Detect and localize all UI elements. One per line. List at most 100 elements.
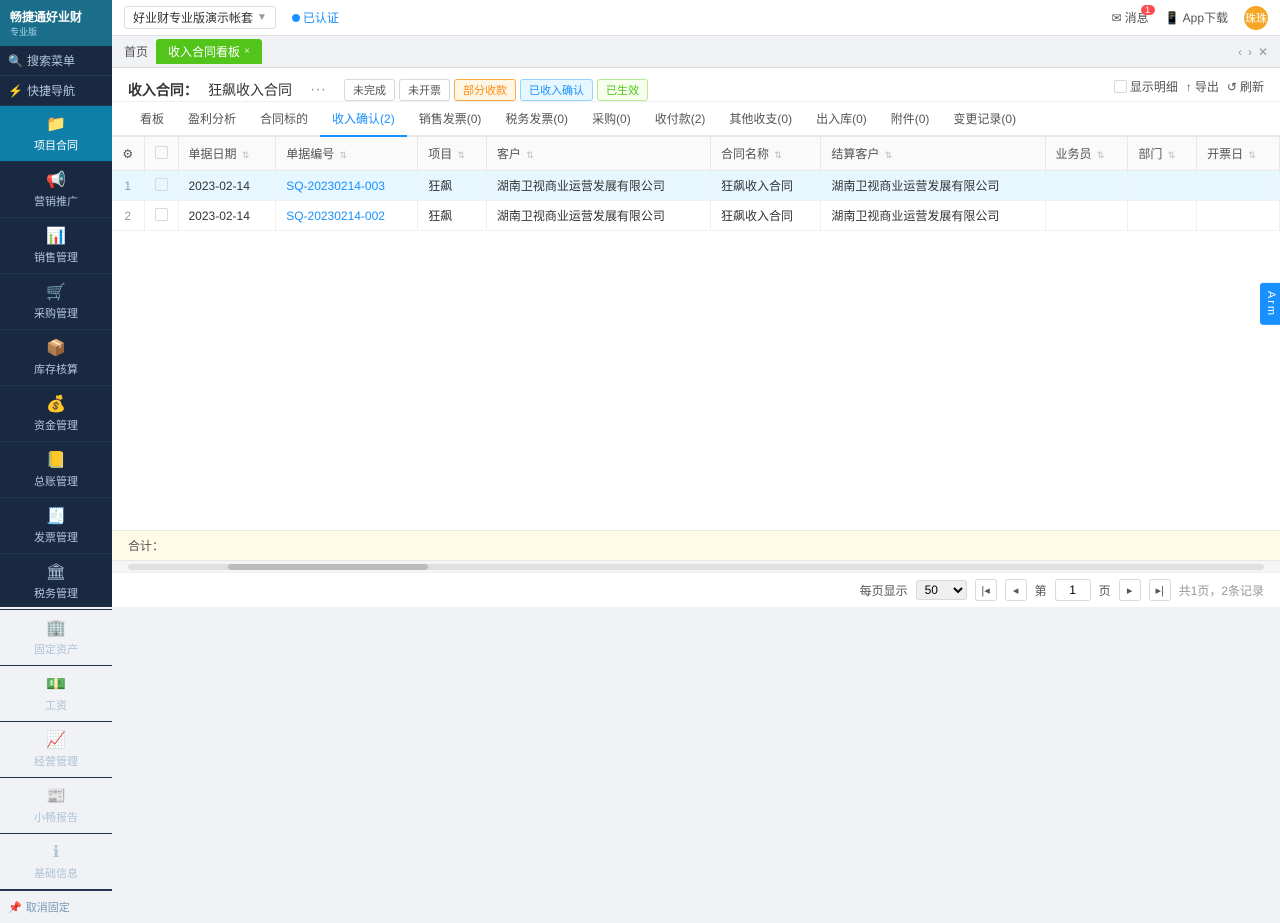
tab-active[interactable]: 收入合同看板 × xyxy=(156,39,262,64)
sidebar-item-management[interactable]: 📈 经营管理 xyxy=(0,722,112,778)
td-check[interactable] xyxy=(144,171,178,201)
page-header: 收入合同： 狂飙收入合同 ··· 未完成 未开票 部分收款 已收入确认 已生效 … xyxy=(112,68,1280,102)
tab-income-confirm[interactable]: 收入确认(2) xyxy=(320,102,407,137)
status-effective[interactable]: 已生效 xyxy=(597,79,648,101)
tab-tax-invoice[interactable]: 税务发票(0) xyxy=(493,102,580,137)
th-check[interactable] xyxy=(144,137,178,171)
row-checkbox-0[interactable] xyxy=(155,178,168,191)
td-check[interactable] xyxy=(144,201,178,231)
tab-kanban[interactable]: 看板 xyxy=(128,102,176,137)
scrollbar-track[interactable] xyxy=(128,564,1264,570)
tab-changes[interactable]: 变更记录(0) xyxy=(941,102,1028,137)
status-uncomplete[interactable]: 未完成 xyxy=(344,79,395,101)
td-code-0[interactable]: SQ-20230214-003 xyxy=(276,171,418,201)
scrollbar-thumb[interactable] xyxy=(228,564,428,570)
sort-billing-icon[interactable]: ⇅ xyxy=(885,150,893,160)
sidebar-item-quicknav[interactable]: ⚡ 快捷导航 xyxy=(0,76,112,106)
code-link-1[interactable]: SQ-20230214-002 xyxy=(286,209,385,223)
td-project-1: 狂飙 xyxy=(418,201,487,231)
sort-invoice-icon[interactable]: ⇅ xyxy=(1248,150,1256,160)
header-checkbox[interactable] xyxy=(155,146,168,159)
float-right-btn[interactable]: Arm xyxy=(1260,282,1280,324)
sidebar-quicknav-label: 快捷导航 xyxy=(27,82,75,99)
sidebar-item-ledger[interactable]: 📒 总账管理 xyxy=(0,442,112,498)
td-code-1[interactable]: SQ-20230214-002 xyxy=(276,201,418,231)
tab-home[interactable]: 首页 xyxy=(124,43,148,60)
footer-label: 合计： xyxy=(128,537,164,554)
tab-profit[interactable]: 盈利分析 xyxy=(176,102,248,137)
sidebar-salary-label: 工资 xyxy=(45,697,67,713)
page-input[interactable] xyxy=(1055,579,1091,601)
sidebar: 畅捷通好业财 专业版 🔍 搜索菜单 ⚡ 快捷导航 📁 项目合同 📢 营销推广 📊… xyxy=(0,0,112,607)
sidebar-item-inventory[interactable]: 📦 库存核算 xyxy=(0,330,112,386)
page-next-btn[interactable]: ▸ xyxy=(1119,579,1141,601)
page-last-btn[interactable]: ▸| xyxy=(1149,579,1171,601)
tab-other[interactable]: 其他收支(0) xyxy=(717,102,804,137)
app-download-button[interactable]: 📱 App下载 xyxy=(1165,9,1228,26)
sidebar-item-purchase[interactable]: 🛒 采购管理 xyxy=(0,274,112,330)
sidebar-item-invoice[interactable]: 🧾 发票管理 xyxy=(0,498,112,554)
row-checkbox-1[interactable] xyxy=(155,208,168,221)
td-salesperson-0 xyxy=(1045,171,1128,201)
status-uninvoiced[interactable]: 未开票 xyxy=(399,79,450,101)
detail-checkbox-box[interactable] xyxy=(1114,80,1127,93)
status-partial-receipt[interactable]: 部分收款 xyxy=(454,79,516,101)
show-detail-checkbox[interactable]: 显示明细 xyxy=(1114,78,1178,95)
page-title: 收入合同： xyxy=(128,80,198,100)
export-button[interactable]: ↑ 导出 xyxy=(1186,78,1219,95)
sidebar-item-search[interactable]: 🔍 搜索菜单 xyxy=(0,46,112,76)
sales-icon: 📊 xyxy=(46,226,66,246)
per-page-select[interactable]: 50 20 100 xyxy=(916,580,967,600)
status-confirmed[interactable]: 已收入确认 xyxy=(520,79,593,101)
code-link-0[interactable]: SQ-20230214-003 xyxy=(286,179,385,193)
page-first-btn[interactable]: |◂ xyxy=(975,579,997,601)
assets-icon: 🏢 xyxy=(46,618,66,638)
sidebar-item-basic[interactable]: ℹ 基础信息 xyxy=(0,834,112,890)
tab-close-icon[interactable]: × xyxy=(244,46,250,57)
tab-attachment[interactable]: 附件(0) xyxy=(879,102,942,137)
sidebar-item-report[interactable]: 📰 小畅报告 xyxy=(0,778,112,834)
sidebar-item-salary[interactable]: 💵 工资 xyxy=(0,666,112,722)
user-avatar[interactable]: 珠珠 xyxy=(1244,6,1268,30)
sort-project-icon[interactable]: ⇅ xyxy=(458,150,466,160)
company-selector[interactable]: 好业财专业版演示帐套 ▼ xyxy=(124,6,276,29)
content-area: 收入合同： 狂飙收入合同 ··· 未完成 未开票 部分收款 已收入确认 已生效 … xyxy=(112,68,1280,607)
app-sub: 专业版 xyxy=(10,25,82,38)
sort-contract-icon[interactable]: ⇅ xyxy=(774,150,782,160)
more-actions-icon[interactable]: ··· xyxy=(310,81,326,99)
tab-nav-next[interactable]: › xyxy=(1248,45,1252,59)
sidebar-item-assets[interactable]: 🏢 固定资产 xyxy=(0,610,112,666)
th-contract: 合同名称 ⇅ xyxy=(711,137,821,171)
page-prev-btn[interactable]: ◂ xyxy=(1005,579,1027,601)
table-row[interactable]: 1 2023-02-14 SQ-20230214-003 狂飙 湖南卫视商业运营… xyxy=(112,171,1280,201)
funds-icon: 💰 xyxy=(46,394,66,414)
sidebar-item-tax[interactable]: 🏛 税务管理 xyxy=(0,554,112,610)
tab-warehouse[interactable]: 出入库(0) xyxy=(804,102,879,137)
th-settings[interactable]: ⚙ xyxy=(112,137,144,171)
message-button[interactable]: ✉ 1 消息 xyxy=(1112,9,1149,26)
sidebar-item-funds[interactable]: 💰 资金管理 xyxy=(0,386,112,442)
tab-subject[interactable]: 合同标的 xyxy=(248,102,320,137)
tab-payment[interactable]: 收付款(2) xyxy=(643,102,718,137)
refresh-button[interactable]: ↺ 刷新 xyxy=(1227,78,1264,95)
invoice-icon: 🧾 xyxy=(46,506,66,526)
sidebar-item-project[interactable]: 📁 项目合同 xyxy=(0,106,112,162)
sidebar-marketing-label: 营销推广 xyxy=(34,193,78,209)
tab-purchase[interactable]: 采购(0) xyxy=(580,102,643,137)
sidebar-item-marketing[interactable]: 📢 营销推广 xyxy=(0,162,112,218)
tab-nav-prev[interactable]: ‹ xyxy=(1238,45,1242,59)
sort-code-icon[interactable]: ⇅ xyxy=(340,150,348,160)
pin-icon: 📌 xyxy=(8,901,22,914)
td-contract-1: 狂飙收入合同 xyxy=(711,201,821,231)
sort-customer-icon[interactable]: ⇅ xyxy=(526,150,534,160)
sidebar-pin-toggle[interactable]: 📌 取消固定 xyxy=(0,890,112,923)
tab-active-label: 收入合同看板 xyxy=(168,43,240,60)
sort-dept-icon[interactable]: ⇅ xyxy=(1168,150,1176,160)
sort-salesperson-icon[interactable]: ⇅ xyxy=(1097,150,1105,160)
horizontal-scrollbar[interactable] xyxy=(112,560,1280,572)
tab-close-all[interactable]: ✕ xyxy=(1258,45,1268,59)
sort-date-icon[interactable]: ⇅ xyxy=(242,150,250,160)
table-row[interactable]: 2 2023-02-14 SQ-20230214-002 狂飙 湖南卫视商业运营… xyxy=(112,201,1280,231)
tab-sales-invoice[interactable]: 销售发票(0) xyxy=(407,102,494,137)
sidebar-item-sales[interactable]: 📊 销售管理 xyxy=(0,218,112,274)
